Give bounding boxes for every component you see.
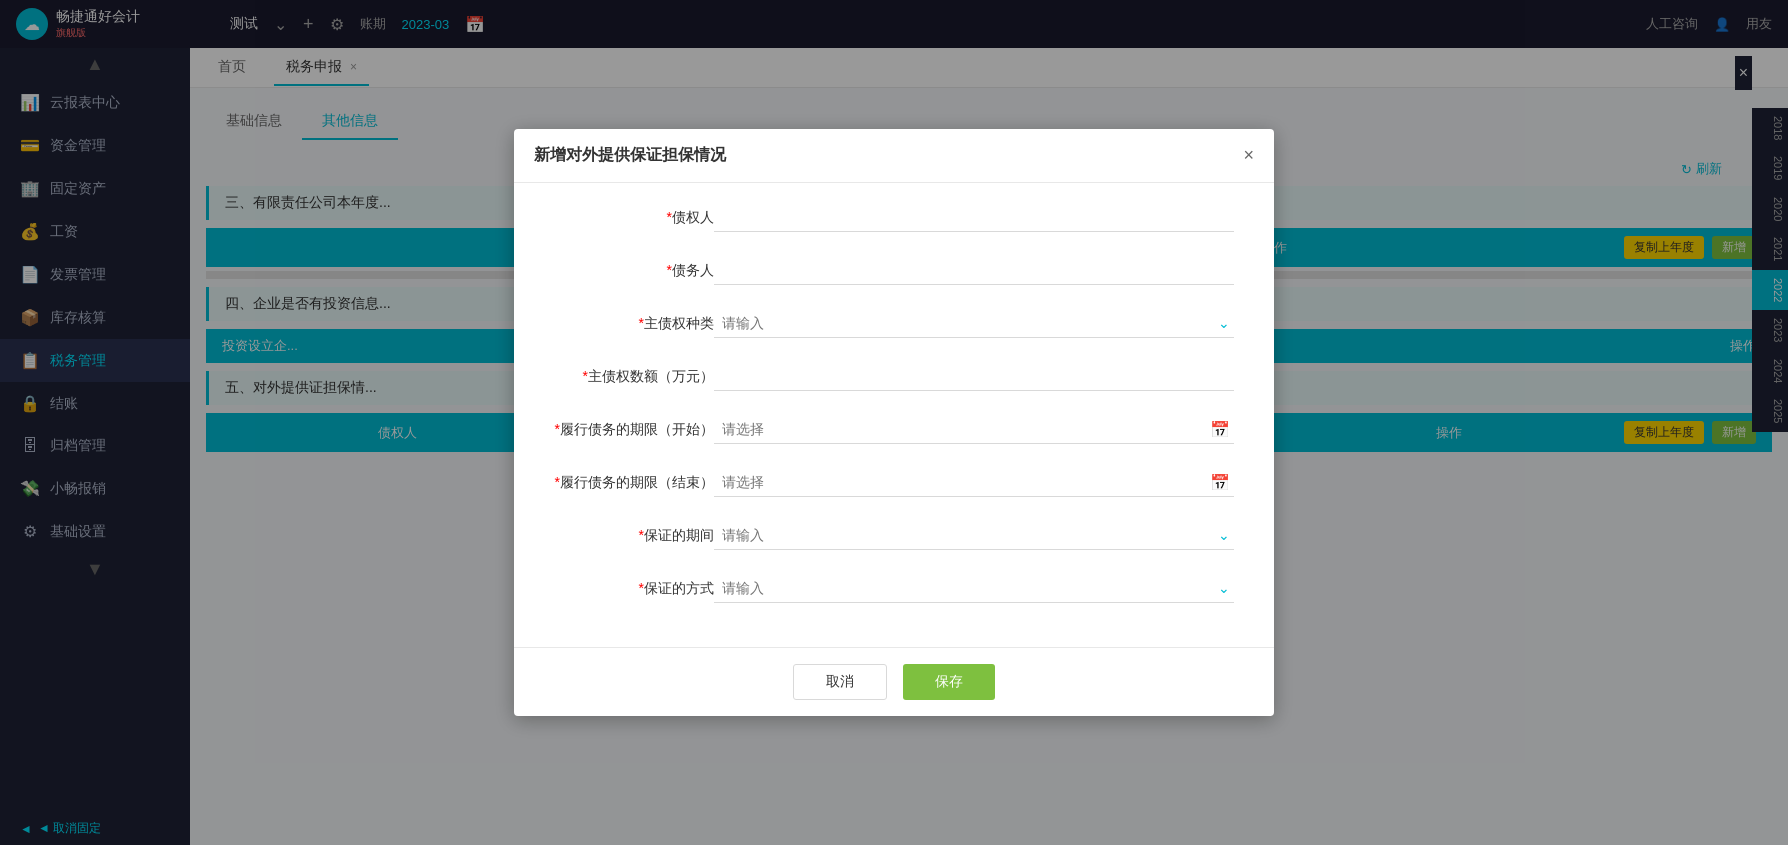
debt-amount-input[interactable] xyxy=(714,362,1234,391)
calendar-start-icon[interactable]: 📅 xyxy=(1210,420,1234,439)
calendar-end-icon[interactable]: 📅 xyxy=(1210,473,1234,492)
guarantee-method-arrow-icon[interactable]: ⌄ xyxy=(1218,580,1234,596)
debt-amount-label: *主债权数额（万元） xyxy=(554,368,714,386)
guarantee-period-wrapper: ⌄ xyxy=(714,521,1234,550)
guarantee-period-label: *保证的期间 xyxy=(554,527,714,545)
dialog-title: 新增对外提供保证担保情况 xyxy=(534,145,726,166)
dialog-close-btn[interactable]: × xyxy=(1243,145,1254,166)
form-row-period-start: *履行债务的期限（开始） 📅 xyxy=(554,415,1234,444)
dialog: 新增对外提供保证担保情况 × *债权人 *债务人 *主债权种类 xyxy=(514,129,1274,716)
cancel-button[interactable]: 取消 xyxy=(793,664,887,700)
period-start-wrapper: 📅 xyxy=(714,415,1234,444)
required-star-4: * xyxy=(583,368,588,384)
save-button[interactable]: 保存 xyxy=(903,664,995,700)
form-row-debtor: *债务人 xyxy=(554,256,1234,285)
required-star-8: * xyxy=(639,580,644,596)
debtor-input[interactable] xyxy=(714,256,1234,285)
creditor-label: *债权人 xyxy=(554,209,714,227)
guarantee-method-label: *保证的方式 xyxy=(554,580,714,598)
form-row-creditor: *债权人 xyxy=(554,203,1234,232)
form-row-guarantee-period: *保证的期间 ⌄ xyxy=(554,521,1234,550)
period-end-wrapper: 📅 xyxy=(714,468,1234,497)
guarantee-period-input[interactable] xyxy=(714,521,1218,549)
debt-type-arrow-icon[interactable]: ⌄ xyxy=(1218,315,1234,331)
dialog-overlay: 新增对外提供保证担保情况 × *债权人 *债务人 *主债权种类 xyxy=(0,0,1788,845)
period-end-label: *履行债务的期限（结束） xyxy=(554,474,714,492)
guarantee-method-wrapper: ⌄ xyxy=(714,574,1234,603)
debtor-label: *债务人 xyxy=(554,262,714,280)
period-start-input[interactable] xyxy=(714,415,1210,443)
dialog-header: 新增对外提供保证担保情况 × xyxy=(514,129,1274,183)
required-star-5: * xyxy=(555,421,560,437)
guarantee-period-arrow-icon[interactable]: ⌄ xyxy=(1218,527,1234,543)
form-row-period-end: *履行债务的期限（结束） 📅 xyxy=(554,468,1234,497)
required-star-6: * xyxy=(555,474,560,490)
form-row-guarantee-method: *保证的方式 ⌄ xyxy=(554,574,1234,603)
guarantee-method-input[interactable] xyxy=(714,574,1218,602)
debt-type-input[interactable] xyxy=(714,309,1218,337)
period-start-label: *履行债务的期限（开始） xyxy=(554,421,714,439)
debt-type-label: *主债权种类 xyxy=(554,315,714,333)
required-star-7: * xyxy=(639,527,644,543)
form-row-debt-amount: *主债权数额（万元） xyxy=(554,362,1234,391)
required-star-2: * xyxy=(667,262,672,278)
debt-type-wrapper: ⌄ xyxy=(714,309,1234,338)
required-star-3: * xyxy=(639,315,644,331)
creditor-input[interactable] xyxy=(714,203,1234,232)
dialog-footer: 取消 保存 xyxy=(514,647,1274,716)
required-star: * xyxy=(667,209,672,225)
dialog-body: *债权人 *债务人 *主债权种类 ⌄ xyxy=(514,183,1274,647)
form-row-debt-type: *主债权种类 ⌄ xyxy=(554,309,1234,338)
period-end-input[interactable] xyxy=(714,468,1210,496)
